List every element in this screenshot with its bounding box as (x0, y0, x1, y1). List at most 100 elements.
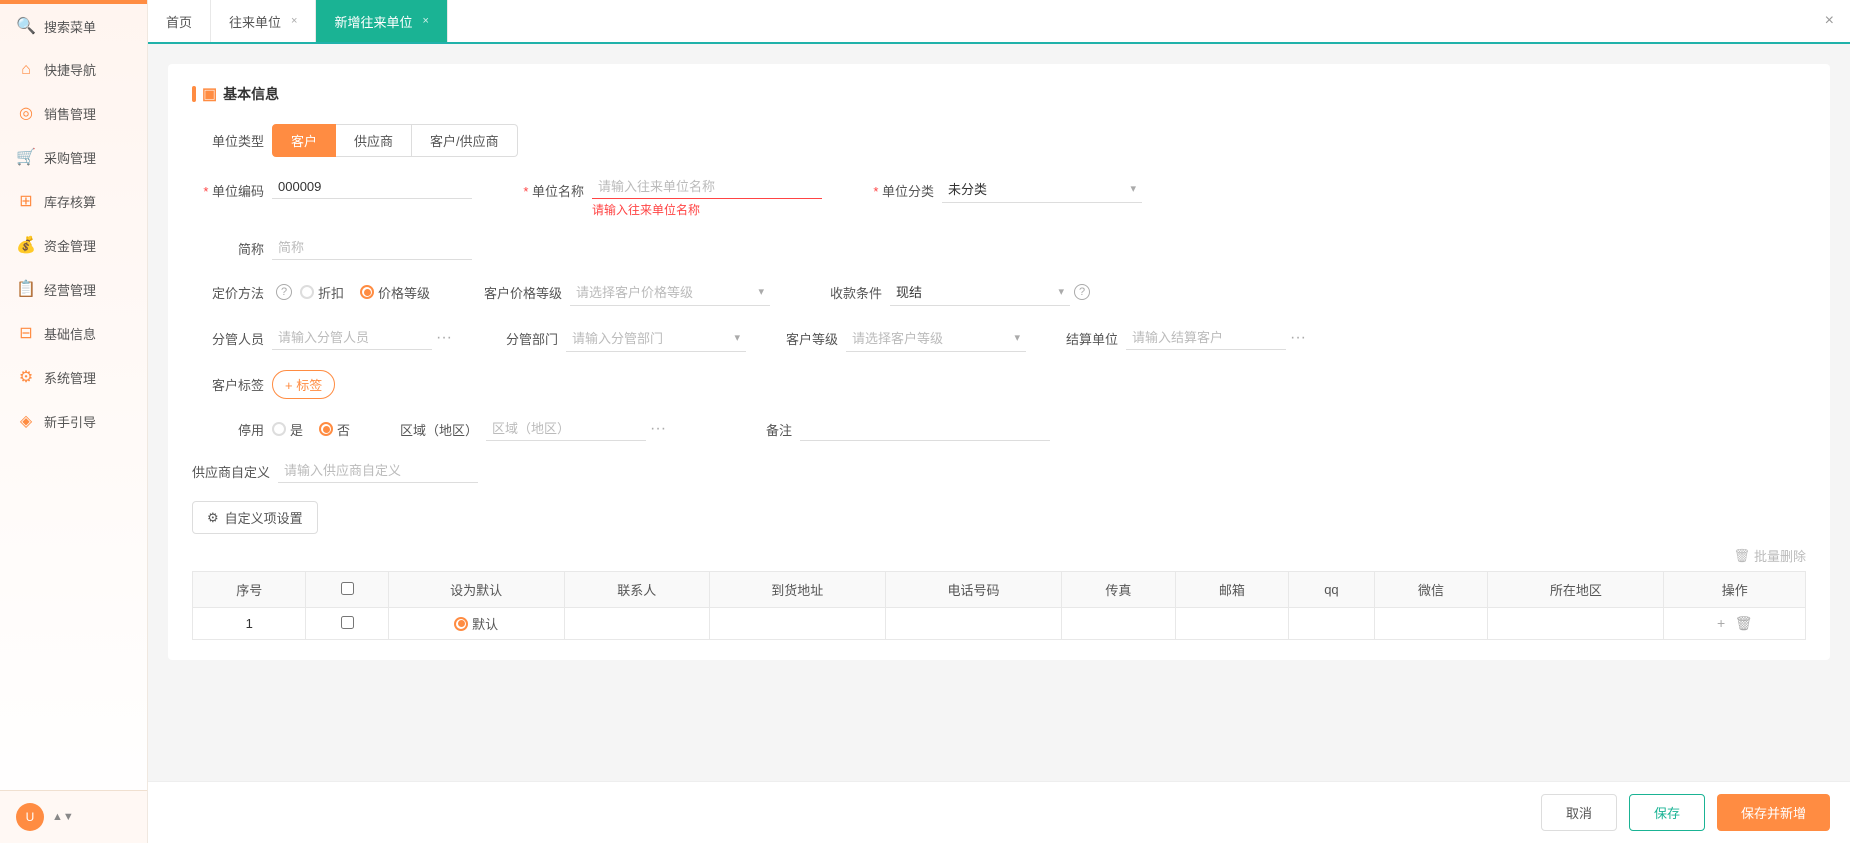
disabled-yes-label: 是 (290, 420, 303, 439)
manager-input[interactable] (272, 326, 432, 350)
unit-category-select[interactable]: 未分类 ▾ (942, 175, 1142, 203)
disabled-no-radio (319, 422, 333, 436)
sidebar-item-purchase-mgmt[interactable]: 🛒 采购管理 (0, 135, 147, 179)
tab-home-label: 首页 (166, 12, 192, 31)
tab-new-partner[interactable]: 新增往来单位 × (316, 0, 447, 42)
row-seq: 1 (193, 608, 306, 640)
sidebar-search[interactable]: 🔍 搜索菜单 (0, 4, 147, 48)
sidebar-item-label: 采购管理 (44, 148, 96, 167)
dept-select[interactable]: 请输入分管部门 ▾ (566, 324, 746, 352)
customer-level-select[interactable]: 请选择客户等级 ▾ (846, 324, 1026, 352)
customer-price-level-select[interactable]: 请选择客户价格等级 ▾ (570, 278, 770, 306)
payment-terms-select[interactable]: 现结 ▾ (890, 278, 1070, 306)
row-delete-icon[interactable]: 🗑 (1732, 615, 1756, 631)
region-label: 区域（地区） (400, 420, 486, 439)
unit-code-label: * 单位编码 (192, 175, 272, 200)
tab-partners-close[interactable]: × (291, 15, 297, 27)
section-title-text: 基本信息 (223, 84, 279, 104)
customer-tag-label: 客户标签 (192, 375, 272, 394)
main-area: 首页 往来单位 × 新增往来单位 × × ▣ 基本信息 单位类型 客户 (148, 0, 1850, 843)
row-qq (1289, 608, 1375, 640)
batch-delete-label[interactable]: 批量删除 (1754, 546, 1806, 565)
row-fax (1062, 608, 1175, 640)
disabled-yes-option[interactable]: 是 (272, 420, 303, 439)
unit-name-label: * 单位名称 (512, 175, 592, 200)
sidebar-item-label: 库存核算 (44, 192, 96, 211)
select-all-checkbox[interactable] (341, 582, 354, 595)
contact-table: 序号 设为默认 联系人 到货地址 电话号码 传真 邮箱 qq 微信 所在地区 操… (192, 571, 1806, 640)
title-bar-decoration (192, 86, 196, 102)
col-default: 设为默认 (388, 572, 564, 608)
sidebar-item-label: 系统管理 (44, 368, 96, 387)
sidebar-item-inventory[interactable]: ⊞ 库存核算 (0, 179, 147, 223)
row-add-icon[interactable]: + (1714, 615, 1728, 631)
global-close-button[interactable]: × (1809, 0, 1850, 42)
unit-code-input[interactable] (272, 175, 472, 199)
row-default: 默认 (388, 608, 564, 640)
remark-input[interactable] (800, 417, 1050, 441)
sidebar-item-new-guide[interactable]: ◈ 新手引导 (0, 399, 147, 443)
customer-tag-row: 客户标签 + 标签 (192, 370, 1806, 399)
row-checkbox (306, 608, 388, 640)
region-more-btn[interactable]: ··· (646, 420, 670, 438)
sidebar-item-label: 销售管理 (44, 104, 96, 123)
save-new-button[interactable]: 保存并新增 (1717, 794, 1830, 831)
pricing-discount-radio (300, 285, 314, 299)
basic-info-card: ▣ 基本信息 单位类型 客户 供应商 客户/供应商 * 单位编码 (168, 64, 1830, 660)
tab-bar: 首页 往来单位 × 新增往来单位 × × (148, 0, 1850, 44)
sidebar-item-operations[interactable]: 📋 经营管理 (0, 267, 147, 311)
custom-settings-button[interactable]: ⚙ 自定义项设置 (192, 501, 318, 534)
settlement-input[interactable] (1126, 326, 1286, 350)
supplier-custom-input[interactable] (278, 459, 478, 483)
pricing-level-option[interactable]: 价格等级 (360, 283, 430, 302)
unit-code-field (272, 175, 472, 199)
manager-row: 分管人员 ··· 分管部门 请输入分管部门 ▾ 客户等级 请选择客户等级 ▾ 结… (192, 324, 1806, 352)
abbr-input[interactable] (272, 236, 472, 260)
btn-supplier[interactable]: 供应商 (336, 124, 412, 157)
sidebar-item-finance[interactable]: 💰 资金管理 (0, 223, 147, 267)
row-default-radio[interactable]: 默认 (397, 614, 556, 633)
col-fax: 传真 (1062, 572, 1175, 608)
disabled-yes-radio (272, 422, 286, 436)
sidebar-item-label: 新手引导 (44, 412, 96, 431)
add-tag-button[interactable]: + 标签 (272, 370, 335, 399)
sidebar-item-quick-nav[interactable]: ⌂ 快捷导航 (0, 48, 147, 91)
disabled-label: 停用 (192, 420, 272, 439)
sidebar-item-label: 资金管理 (44, 236, 96, 255)
unit-type-row: 单位类型 客户 供应商 客户/供应商 (192, 124, 1806, 157)
content-area: ▣ 基本信息 单位类型 客户 供应商 客户/供应商 * 单位编码 (148, 44, 1850, 781)
sidebar-item-sales-mgmt[interactable]: ◎ 销售管理 (0, 91, 147, 135)
row-region (1488, 608, 1664, 640)
region-input[interactable] (486, 417, 646, 441)
unit-type-btn-group: 客户 供应商 客户/供应商 (272, 124, 518, 157)
unit-name-field: 请输入往来单位名称 (592, 175, 822, 218)
unit-name-input[interactable] (592, 175, 822, 199)
tab-home[interactable]: 首页 (148, 0, 211, 42)
payment-terms-label: 收款条件 (810, 283, 890, 302)
operations-icon: 📋 (16, 279, 36, 299)
user-info: ▲▼ (52, 811, 74, 823)
btn-both[interactable]: 客户/供应商 (412, 124, 518, 157)
unit-category-label: * 单位分类 (862, 175, 942, 200)
btn-customer[interactable]: 客户 (272, 124, 336, 157)
customer-level-label: 客户等级 (776, 329, 846, 348)
customer-price-level-label: 客户价格等级 (470, 283, 570, 302)
purchase-icon: 🛒 (16, 147, 36, 167)
tab-partners[interactable]: 往来单位 × (211, 0, 316, 42)
payment-help-icon[interactable]: ? (1074, 284, 1090, 300)
row-select-checkbox[interactable] (341, 616, 354, 629)
save-button[interactable]: 保存 (1629, 794, 1705, 831)
settlement-more-btn[interactable]: ··· (1286, 329, 1310, 347)
unit-code-name-row: * 单位编码 * 单位名称 请输入往来单位名称 * 单位分类 (192, 175, 1806, 218)
cancel-button[interactable]: 取消 (1541, 794, 1617, 831)
disabled-no-option[interactable]: 否 (319, 420, 350, 439)
tab-new-partner-close[interactable]: × (422, 15, 428, 27)
pricing-discount-option[interactable]: 折扣 (300, 283, 344, 302)
sales-icon: ◎ (16, 103, 36, 123)
sidebar-item-basic-info[interactable]: ⊟ 基础信息 (0, 311, 147, 355)
quick-nav-icon: ⌂ (16, 61, 36, 79)
sidebar-item-system-mgmt[interactable]: ⚙ 系统管理 (0, 355, 147, 399)
pricing-label: 定价方法 (192, 283, 272, 302)
pricing-help-icon[interactable]: ? (276, 284, 292, 300)
manager-more-btn[interactable]: ··· (432, 329, 456, 347)
